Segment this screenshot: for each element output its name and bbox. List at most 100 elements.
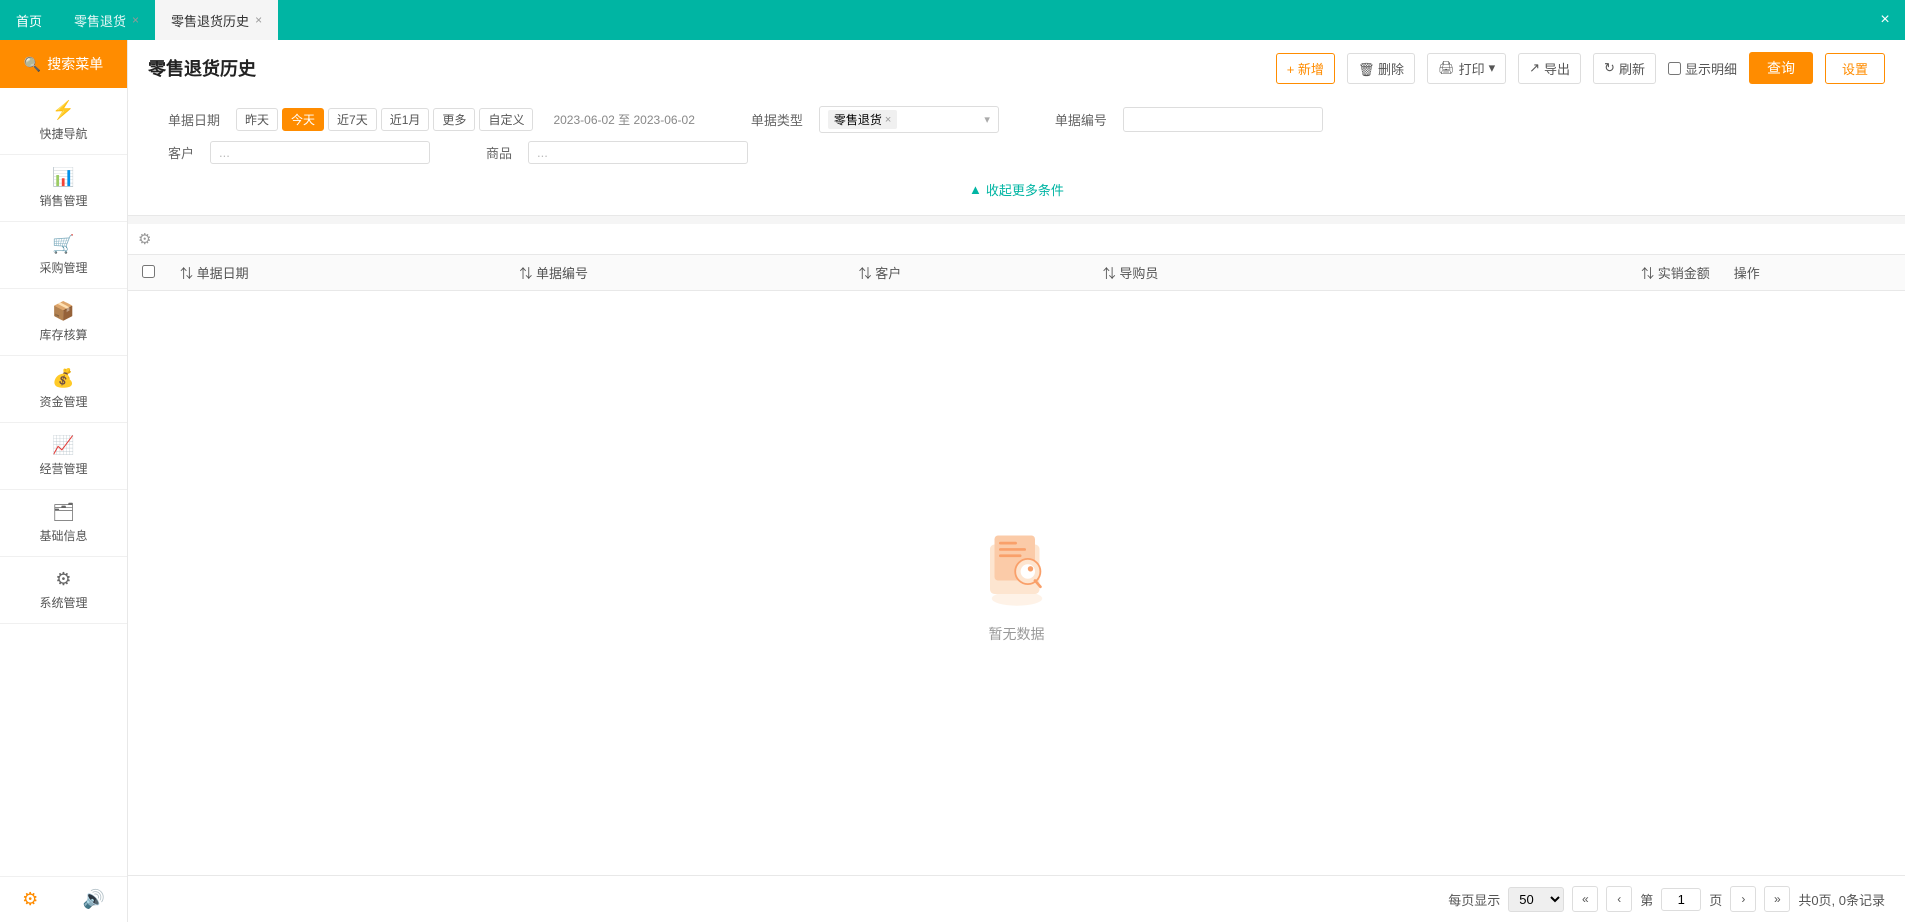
collapse-button[interactable]: ▲ 收起更多条件 bbox=[957, 176, 1076, 203]
voucher-input[interactable] bbox=[1123, 107, 1323, 132]
refresh-button[interactable]: ↻ 刷新 bbox=[1593, 53, 1656, 84]
sidebar-item-sales-mgmt[interactable]: 📊 销售管理 bbox=[0, 155, 127, 222]
refresh-label: 刷新 bbox=[1619, 59, 1645, 78]
base-info-label: 基础信息 bbox=[39, 527, 87, 544]
empty-state: 暂无数据 bbox=[128, 291, 1905, 875]
date-btn-昨天[interactable]: 昨天 bbox=[236, 108, 278, 131]
sidebar-item-base-info[interactable]: 🗂基础信息 bbox=[0, 490, 127, 557]
toolbar: + 新增 🗑 删除 🖨 打印 ▾ ↗ 导出 ↻ 刷新 bbox=[1276, 52, 1885, 84]
main-content: 零售退货历史 + 新增 🗑 删除 🖨 打印 ▾ ↗ 导出 ↻ bbox=[128, 40, 1905, 922]
date-btn-更多[interactable]: 更多 bbox=[433, 108, 475, 131]
tab-retail-return[interactable]: 零售退货× bbox=[58, 0, 155, 40]
goods-filter-label: 商品 bbox=[486, 143, 512, 162]
select-all-checkbox[interactable] bbox=[142, 265, 155, 278]
page-label: 第 bbox=[1640, 890, 1653, 909]
last-page-button[interactable]: » bbox=[1764, 886, 1790, 912]
per-page-select[interactable]: 50 10 20 100 bbox=[1508, 887, 1564, 912]
filter-row-1: 单据日期 昨天今天近7天近1月更多自定义 2023-06-02 至 2023-0… bbox=[168, 106, 1865, 133]
tab-close-retail-return-history[interactable]: × bbox=[255, 13, 262, 27]
goods-select[interactable]: ... bbox=[528, 141, 748, 164]
col-action: 操作 bbox=[1722, 255, 1905, 291]
col-number: ⇅ 单据编号 bbox=[507, 255, 846, 291]
goods-placeholder: ... bbox=[537, 145, 548, 160]
export-button[interactable]: ↗ 导出 bbox=[1518, 53, 1581, 84]
print-arrow: ▾ bbox=[1489, 60, 1496, 76]
sidebar-items: ⚡ 快捷导航 📊 销售管理 🛒 采购管理 📦库存核算 💰 资金管理 📈经营管理🗂基础信息⚙系统管理 bbox=[0, 88, 127, 624]
sidebar-item-operations[interactable]: 📈经营管理 bbox=[0, 423, 127, 490]
date-btn-近1月[interactable]: 近1月 bbox=[381, 108, 430, 131]
sidebar-item-finance[interactable]: 💰 资金管理 bbox=[0, 356, 127, 423]
main-layout: 🔍 搜索菜单 ⚡ 快捷导航 📊 销售管理 🛒 采购管理 📦库存核算 💰 资金管理 📈经营管理🗂基础… bbox=[0, 40, 1905, 922]
export-icon: ↗ bbox=[1529, 60, 1540, 76]
customer-select[interactable]: ... bbox=[210, 141, 430, 164]
finance-label: 资金管理 bbox=[39, 393, 87, 410]
type-select[interactable]: 零售退货 × ▾ bbox=[819, 106, 999, 133]
sidebar-item-purchase-mgmt[interactable]: 🛒 采购管理 bbox=[0, 222, 127, 289]
date-btn-自定义[interactable]: 自定义 bbox=[479, 108, 533, 131]
window-close-button[interactable]: × bbox=[1865, 0, 1905, 40]
date-btn-近7天[interactable]: 近7天 bbox=[328, 108, 377, 131]
purchase-mgmt-icon: 🛒 bbox=[52, 234, 74, 255]
quick-nav-label: 快捷导航 bbox=[39, 125, 87, 142]
search-icon: 🔍 bbox=[24, 56, 41, 73]
date-buttons: 昨天今天近7天近1月更多自定义 bbox=[236, 108, 533, 131]
tab-retail-return-history[interactable]: 零售退货历史× bbox=[155, 0, 278, 40]
show-detail-input[interactable] bbox=[1668, 62, 1681, 75]
col-customer-icon: ⇅ bbox=[859, 266, 872, 281]
quick-nav-icon: ⚡ bbox=[52, 100, 74, 121]
print-label: 打印 bbox=[1459, 59, 1485, 78]
total-info: 共0页, 0条记录 bbox=[1798, 890, 1885, 909]
sidebar-item-inventory[interactable]: 📦库存核算 bbox=[0, 289, 127, 356]
table-toolbar: ⚙ bbox=[128, 224, 1905, 255]
settings-icon[interactable]: ⚙ bbox=[22, 889, 38, 910]
sidebar-item-system[interactable]: ⚙系统管理 bbox=[0, 557, 127, 624]
filter-area: 单据日期 昨天今天近7天近1月更多自定义 2023-06-02 至 2023-0… bbox=[148, 96, 1885, 215]
table-area: ⚙ ⇅ 单据日期 ⇅ 单据编号 ⇅ 客户 ⇅ 导购员 ⇅ 实销金额 操作 bbox=[128, 224, 1905, 875]
collapse-up-icon: ▲ bbox=[969, 182, 982, 197]
sidebar-bottom: ⚙ 🔊 bbox=[0, 876, 127, 922]
date-range-text: 2023-06-02 至 2023-06-02 bbox=[553, 111, 694, 128]
volume-icon[interactable]: 🔊 bbox=[82, 889, 104, 910]
print-icon: 🖨 bbox=[1438, 60, 1455, 76]
sidebar-search[interactable]: 🔍 搜索菜单 bbox=[0, 40, 127, 88]
table-settings-icon[interactable]: ⚙ bbox=[138, 230, 151, 248]
filter-row-2: 客户 ... 商品 ... bbox=[168, 141, 1865, 164]
type-tag: 零售退货 × bbox=[828, 110, 897, 129]
page-header: 零售退货历史 + 新增 🗑 删除 🖨 打印 ▾ ↗ 导出 ↻ bbox=[128, 40, 1905, 216]
empty-text: 暂无数据 bbox=[989, 624, 1045, 644]
sidebar-item-quick-nav[interactable]: ⚡ 快捷导航 bbox=[0, 88, 127, 155]
first-page-button[interactable]: « bbox=[1572, 886, 1598, 912]
operations-icon: 📈 bbox=[52, 435, 74, 456]
prev-page-button[interactable]: ‹ bbox=[1606, 886, 1632, 912]
setting-button[interactable]: 设置 bbox=[1825, 53, 1885, 84]
date-filter-label: 单据日期 bbox=[168, 110, 220, 129]
show-detail-label: 显示明细 bbox=[1685, 59, 1737, 78]
query-button[interactable]: 查询 bbox=[1749, 52, 1813, 84]
delete-button[interactable]: 🗑 删除 bbox=[1347, 53, 1415, 84]
print-button[interactable]: 🖨 打印 ▾ bbox=[1427, 53, 1506, 84]
sales-mgmt-label: 销售管理 bbox=[39, 192, 87, 209]
data-table: ⇅ 单据日期 ⇅ 单据编号 ⇅ 客户 ⇅ 导购员 ⇅ 实销金额 操作 bbox=[128, 255, 1905, 291]
voucher-filter-label: 单据编号 bbox=[1055, 110, 1107, 129]
inventory-icon: 📦 bbox=[52, 301, 74, 322]
empty-icon bbox=[972, 522, 1062, 612]
top-bar: 首页零售退货×零售退货历史× × bbox=[0, 0, 1905, 40]
finance-icon: 💰 bbox=[52, 368, 74, 389]
sales-mgmt-icon: 📊 bbox=[52, 167, 74, 188]
per-page-label: 每页显示 bbox=[1448, 890, 1500, 909]
customer-filter-label: 客户 bbox=[168, 143, 194, 162]
purchase-mgmt-label: 采购管理 bbox=[39, 259, 87, 276]
col-date-icon: ⇅ bbox=[180, 266, 193, 281]
tab-close-retail-return[interactable]: × bbox=[132, 13, 139, 27]
system-icon: ⚙ bbox=[55, 569, 71, 590]
show-detail-checkbox[interactable]: 显示明细 bbox=[1668, 59, 1737, 78]
next-page-button[interactable]: › bbox=[1730, 886, 1756, 912]
col-amount-icon: ⇅ bbox=[1641, 266, 1654, 281]
tab-home[interactable]: 首页 bbox=[0, 0, 58, 40]
type-tag-close[interactable]: × bbox=[885, 114, 891, 126]
customer-placeholder: ... bbox=[219, 145, 230, 160]
page-number-input[interactable] bbox=[1661, 888, 1701, 911]
new-button[interactable]: + 新增 bbox=[1276, 53, 1335, 84]
date-btn-今天[interactable]: 今天 bbox=[282, 108, 324, 131]
pagination: 每页显示 50 10 20 100 « ‹ 第 页 › » 共0页, 0条记录 bbox=[128, 875, 1905, 922]
